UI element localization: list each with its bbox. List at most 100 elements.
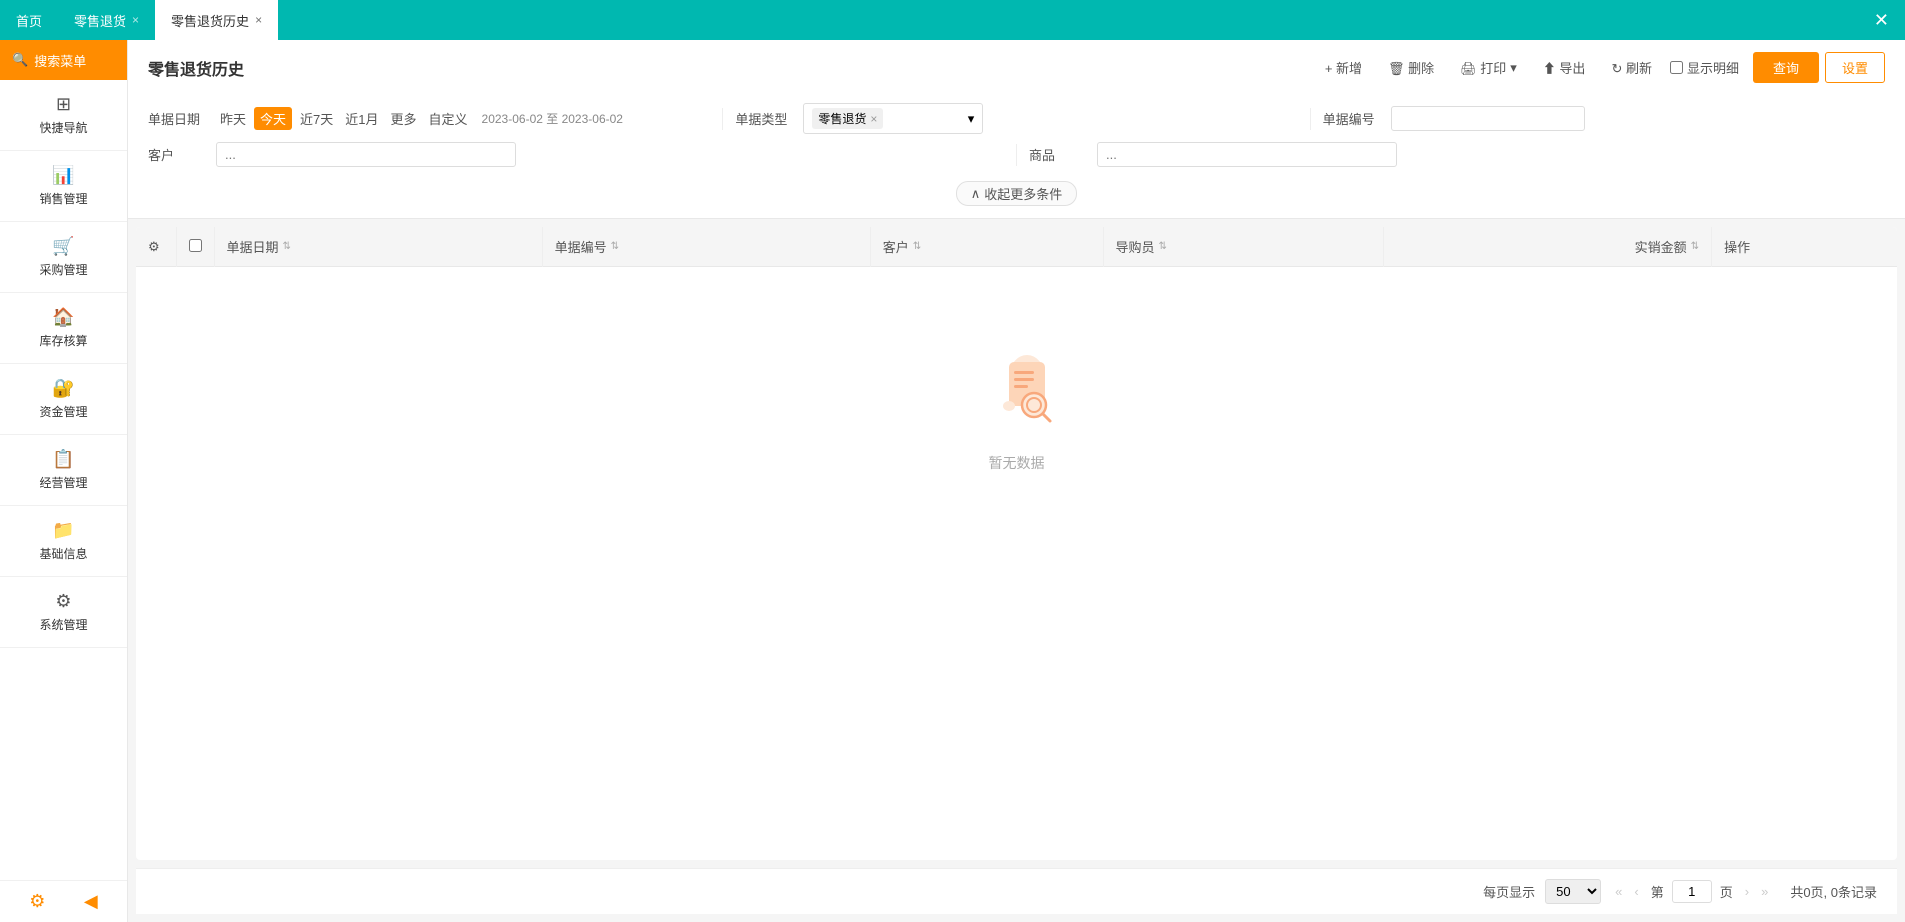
settings-button[interactable]: 设置 — [1825, 52, 1885, 83]
query-button[interactable]: 查询 — [1753, 52, 1819, 83]
th-amount-sort-icon[interactable]: ⇅ — [1691, 241, 1699, 252]
sidebar-item-operations[interactable]: 📋 经营管理 — [0, 435, 127, 506]
th-amount-label: 实销金额 — [1635, 237, 1687, 256]
th-amount: 实销金额 ⇅ — [1383, 227, 1711, 267]
sidebar-item-purchase-label: 采购管理 — [39, 261, 87, 278]
goods-input[interactable] — [1097, 142, 1397, 167]
page-header: 零售退货历史 + 新增 🗑 删除 🖨 打印 ▾ ⬆ 导出 ↻ 刷新 — [128, 40, 1905, 219]
date-1month[interactable]: 近1月 — [341, 107, 382, 130]
th-guide-sort-icon[interactable]: ⇅ — [1159, 241, 1167, 252]
collapse-icon: ∧ — [971, 186, 981, 202]
tab-retail-return[interactable]: 零售退货 × — [58, 0, 155, 40]
date-more[interactable]: 更多 — [387, 107, 421, 130]
billno-input[interactable] — [1391, 106, 1585, 131]
nav-tabs: 首页 零售退货 × 零售退货历史 × — [0, 0, 1858, 40]
page-next-btn[interactable]: › — [1741, 882, 1753, 901]
quicknav-icon: ⊞ — [56, 94, 71, 115]
show-detail-label: 显示明细 — [1687, 58, 1739, 77]
th-customer-label: 客户 — [883, 237, 909, 256]
sidebar-item-purchase[interactable]: 🛒 采购管理 — [0, 222, 127, 293]
operations-icon: 📋 — [52, 449, 74, 470]
sidebar-item-finance-label: 资金管理 — [39, 403, 87, 420]
th-customer-sort-icon[interactable]: ⇅ — [913, 241, 921, 252]
print-label: 🖨 打印 — [1460, 58, 1506, 77]
th-customer-sort: 客户 ⇅ — [883, 237, 1091, 256]
refresh-button[interactable]: ↻ 刷新 — [1603, 54, 1660, 81]
tab-retail-return-label: 零售退货 — [74, 11, 126, 30]
type-select-arrow: ▾ — [968, 111, 975, 127]
billno-filter-label: 单据编号 — [1323, 109, 1383, 128]
sidebar-item-system[interactable]: ⚙ 系统管理 — [0, 577, 127, 648]
divider-3 — [1016, 144, 1017, 166]
sidebar-bottom: ⚙ ◀ — [0, 880, 127, 922]
sidebar-item-finance[interactable]: 🔐 资金管理 — [0, 364, 127, 435]
sidebar-search[interactable]: 🔍 搜索菜单 — [0, 40, 127, 80]
tab-retail-return-history-close[interactable]: × — [255, 13, 262, 27]
sidebar-item-basic-info[interactable]: 📁 基础信息 — [0, 506, 127, 577]
add-button[interactable]: + 新增 — [1317, 54, 1370, 81]
customer-filter-label: 客户 — [148, 145, 208, 164]
show-detail-input[interactable] — [1670, 61, 1683, 74]
th-checkbox[interactable] — [176, 227, 214, 267]
type-tag-remove[interactable]: × — [870, 112, 877, 126]
date-range-display: 2023-06-02 至 2023-06-02 — [482, 110, 623, 127]
export-button[interactable]: ⬆ 导出 — [1535, 54, 1594, 81]
date-7days[interactable]: 近7天 — [296, 107, 337, 130]
pagination-nav: « ‹ 第 页 › » — [1611, 880, 1772, 903]
sidebar-item-quicknav[interactable]: ⊞ 快捷导航 — [0, 80, 127, 151]
type-filter-group: 单据类型 零售退货 × ▾ — [735, 103, 1297, 134]
system-icon: ⚙ — [55, 591, 71, 612]
sidebar-settings-button[interactable]: ⚙ — [29, 891, 45, 912]
header-actions: + 新增 🗑 删除 🖨 打印 ▾ ⬆ 导出 ↻ 刷新 显示明细 — [1317, 52, 1885, 83]
window-close-button[interactable]: ✕ — [1858, 0, 1905, 40]
show-detail-checkbox[interactable]: 显示明细 — [1670, 58, 1739, 77]
tab-retail-return-close[interactable]: × — [132, 13, 139, 27]
page-first-btn[interactable]: « — [1611, 882, 1626, 901]
date-custom[interactable]: 自定义 — [425, 107, 472, 130]
customer-input[interactable] — [216, 142, 516, 167]
date-today[interactable]: 今天 — [254, 107, 292, 130]
th-guide-sort: 导购员 ⇅ — [1116, 237, 1371, 256]
per-page-select[interactable]: 10 20 50 100 — [1545, 879, 1601, 904]
pagination-summary: 共0页, 0条记录 — [1790, 882, 1877, 901]
th-actions: 操作 — [1712, 227, 1897, 267]
toolbar: + 新增 🗑 删除 🖨 打印 ▾ ⬆ 导出 ↻ 刷新 显示明细 — [1317, 54, 1739, 81]
sidebar-item-system-label: 系统管理 — [39, 616, 87, 633]
page-prev-btn[interactable]: ‹ — [1630, 882, 1642, 901]
collapse-button[interactable]: ∧ 收起更多条件 — [956, 181, 1078, 206]
tab-home[interactable]: 首页 — [0, 0, 58, 40]
print-dropdown-icon[interactable]: ▾ — [1510, 60, 1517, 76]
sidebar-item-inventory-label: 库存核算 — [39, 332, 87, 349]
delete-button[interactable]: 🗑 删除 — [1380, 54, 1442, 81]
inventory-icon: 🏠 — [52, 307, 74, 328]
th-billno-sort-icon[interactable]: ⇅ — [611, 241, 619, 252]
divider-1 — [722, 108, 723, 130]
select-all-checkbox[interactable] — [189, 239, 202, 252]
collapse-label: 收起更多条件 — [984, 184, 1062, 203]
table-header-row: ⚙ 单据日期 ⇅ 单据编号 — [136, 227, 1897, 267]
table-head: ⚙ 单据日期 ⇅ 单据编号 — [136, 227, 1897, 267]
th-date-sort-icon[interactable]: ⇅ — [283, 241, 291, 252]
th-date-label: 单据日期 — [227, 237, 279, 256]
sidebar: 🔍 搜索菜单 ⊞ 快捷导航 📊 销售管理 🛒 采购管理 🏠 库存核算 🔐 资金管… — [0, 40, 128, 922]
billno-filter-group: 单据编号 — [1323, 106, 1885, 131]
goods-filter-group: 商品 — [1029, 142, 1885, 167]
page-number-input[interactable] — [1672, 880, 1712, 903]
print-button[interactable]: 🖨 打印 ▾ — [1452, 54, 1525, 81]
page-last-btn[interactable]: » — [1757, 882, 1772, 901]
table-container: ⚙ 单据日期 ⇅ 单据编号 — [136, 227, 1897, 860]
th-settings[interactable]: ⚙ — [136, 227, 176, 267]
th-customer: 客户 ⇅ — [870, 227, 1103, 267]
date-yesterday[interactable]: 昨天 — [216, 107, 250, 130]
sidebar-collapse-button[interactable]: ◀ — [84, 891, 98, 912]
data-table: ⚙ 单据日期 ⇅ 单据编号 — [136, 227, 1897, 553]
divider-2 — [1310, 108, 1311, 130]
settings-gear-icon[interactable]: ⚙ — [148, 239, 160, 254]
tab-retail-return-history[interactable]: 零售退货历史 × — [155, 0, 278, 40]
sidebar-item-sales[interactable]: 📊 销售管理 — [0, 151, 127, 222]
type-select[interactable]: 零售退货 × ▾ — [803, 103, 983, 134]
main-layout: 🔍 搜索菜单 ⊞ 快捷导航 📊 销售管理 🛒 采购管理 🏠 库存核算 🔐 资金管… — [0, 40, 1905, 922]
per-page-label: 每页显示 — [1483, 882, 1535, 901]
th-actions-label: 操作 — [1724, 240, 1750, 255]
sidebar-item-inventory[interactable]: 🏠 库存核算 — [0, 293, 127, 364]
